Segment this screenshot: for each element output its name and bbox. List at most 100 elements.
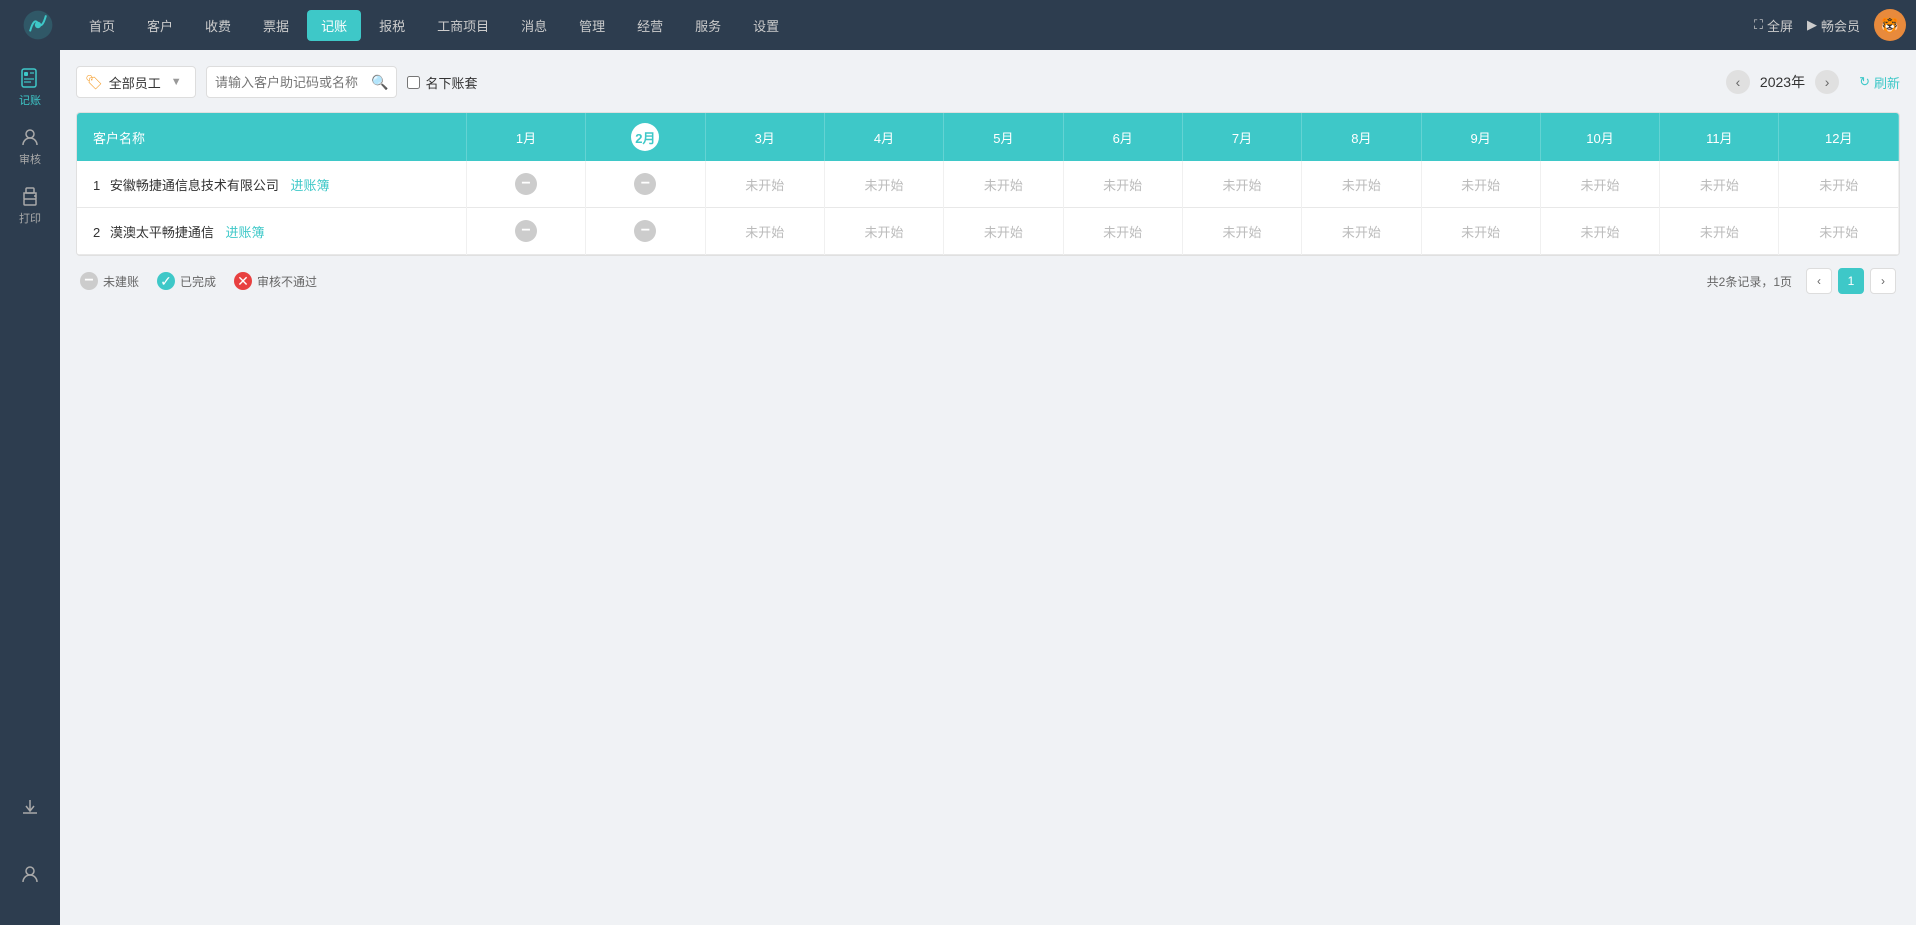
table-header-row: 客户名称 1月 2月 3月 4月 5月 6月 7月 8月 9月 10月 11月 — [77, 113, 1899, 161]
nav-service[interactable]: 服务 — [681, 10, 735, 41]
nav-home[interactable]: 首页 — [75, 10, 129, 41]
legend-dot-teal: ✓ — [157, 272, 175, 290]
employee-select[interactable]: 🏷 全部员工 ▼ — [76, 66, 196, 98]
fullscreen-label: 全屏 — [1767, 16, 1793, 35]
nav-tax[interactable]: 报税 — [365, 10, 419, 41]
toolbar: 🏷 全部员工 ▼ 🔍 名下账套 ‹ 2023年 › ↻ 刷新 — [76, 66, 1900, 98]
user-icon — [19, 863, 41, 885]
sidebar-bottom — [5, 779, 55, 905]
not-started-label: 未开始 — [865, 178, 904, 193]
bookkeeping-icon — [19, 67, 41, 89]
not-started-label: 未开始 — [1342, 225, 1381, 240]
not-started-label: 未开始 — [1342, 178, 1381, 193]
search-wrap: 🔍 — [206, 66, 397, 98]
my-accounts-checkbox-wrap[interactable]: 名下账套 — [407, 73, 477, 92]
cell-row1-month8: 未开始 — [1302, 161, 1421, 208]
cell-row1-month3: 未开始 — [705, 161, 824, 208]
legend: − 未建账 ✓ 已完成 ✕ 审核不通过 — [80, 272, 317, 290]
col-month-10: 10月 — [1540, 113, 1659, 161]
fullscreen-button[interactable]: ⛶ 全屏 — [1754, 16, 1793, 35]
cell-row1-month12: 未开始 — [1779, 161, 1899, 208]
cell-row1-month11: 未开始 — [1660, 161, 1779, 208]
nav-invoice[interactable]: 票据 — [249, 10, 303, 41]
row-number: 1 — [93, 178, 100, 193]
avatar[interactable]: 🐯 — [1874, 9, 1906, 41]
sidebar-item-bookkeeping[interactable]: 记账 — [5, 60, 55, 115]
sidebar-item-audit[interactable]: 审核 — [5, 119, 55, 174]
download-icon — [19, 796, 41, 818]
year-next-button[interactable]: › — [1815, 70, 1839, 94]
nav-message[interactable]: 消息 — [507, 10, 561, 41]
table-scroll: 客户名称 1月 2月 3月 4月 5月 6月 7月 8月 9月 10月 11月 — [77, 113, 1899, 255]
not-built-icon[interactable]: − — [515, 173, 537, 195]
cell-row2-month8: 未开始 — [1302, 208, 1421, 255]
col-month-12: 12月 — [1779, 113, 1899, 161]
nav-settings[interactable]: 设置 — [739, 10, 793, 41]
year-prev-button[interactable]: ‹ — [1726, 70, 1750, 94]
employee-icon: 🏷 — [85, 74, 103, 91]
page-1-button[interactable]: 1 — [1838, 268, 1864, 294]
month-circle-2: 2月 — [631, 123, 659, 151]
refresh-button[interactable]: ↻ 刷新 — [1859, 73, 1900, 92]
cell-row1-month7: 未开始 — [1182, 161, 1301, 208]
not-started-label: 未开始 — [745, 225, 784, 240]
not-started-label: 未开始 — [1580, 178, 1619, 193]
not-started-label: 未开始 — [745, 178, 784, 193]
sidebar-item-print[interactable]: 打印 — [5, 178, 55, 233]
vip-button[interactable]: ▶ 畅会员 — [1807, 16, 1860, 35]
search-icon[interactable]: 🔍 — [371, 74, 388, 91]
not-built-icon[interactable]: − — [634, 173, 656, 195]
nav-business[interactable]: 工商项目 — [423, 10, 503, 41]
cell-row2-month5: 未开始 — [944, 208, 1063, 255]
top-nav: 首页 客户 收费 票据 记账 报税 工商项目 消息 管理 经营 服务 设置 ⛶ … — [0, 0, 1916, 50]
col-month-3: 3月 — [705, 113, 824, 161]
year-display: 2023年 — [1760, 72, 1805, 92]
col-month-1: 1月 — [466, 113, 585, 161]
col-month-4: 4月 — [824, 113, 943, 161]
cell-row2-month12: 未开始 — [1779, 208, 1899, 255]
cell-row2-month9: 未开始 — [1421, 208, 1540, 255]
col-month-9: 9月 — [1421, 113, 1540, 161]
not-built-icon[interactable]: − — [515, 220, 537, 242]
prev-page-button[interactable]: ‹ — [1806, 268, 1832, 294]
sidebar-user[interactable] — [5, 846, 55, 901]
accounts-table: 客户名称 1月 2月 3月 4月 5月 6月 7月 8月 9月 10月 11月 — [77, 113, 1899, 255]
not-started-label: 未开始 — [1580, 225, 1619, 240]
enter-ledger-link[interactable]: 进账簿 — [291, 178, 330, 193]
not-built-icon[interactable]: − — [634, 220, 656, 242]
nav-client[interactable]: 客户 — [133, 10, 187, 41]
legend-label-not-built: 未建账 — [103, 273, 139, 290]
not-started-label: 未开始 — [1223, 225, 1262, 240]
nav-bookkeeping[interactable]: 记账 — [307, 10, 361, 41]
my-accounts-checkbox[interactable] — [407, 76, 420, 89]
nav-billing[interactable]: 收费 — [191, 10, 245, 41]
nav-manage[interactable]: 管理 — [565, 10, 619, 41]
cell-row2-month2: − — [586, 208, 705, 255]
not-started-label: 未开始 — [1819, 225, 1858, 240]
not-started-label: 未开始 — [1223, 178, 1262, 193]
not-started-label: 未开始 — [1461, 178, 1500, 193]
search-input[interactable] — [215, 75, 365, 90]
not-started-label: 未开始 — [1103, 225, 1142, 240]
client-name: 漠澳太平畅捷通信 — [110, 225, 214, 240]
table-row: 2 漠澳太平畅捷通信 进账簿 −−未开始未开始未开始未开始未开始未开始未开始未开… — [77, 208, 1899, 255]
table-row: 1 安徽畅捷通信息技术有限公司 进账簿 −−未开始未开始未开始未开始未开始未开始… — [77, 161, 1899, 208]
col-month-5: 5月 — [944, 113, 1063, 161]
nav-operations[interactable]: 经营 — [623, 10, 677, 41]
sidebar-label-print: 打印 — [19, 210, 41, 226]
table-footer: − 未建账 ✓ 已完成 ✕ 审核不通过 共2条记录，1页 ‹ 1 › — [76, 256, 1900, 298]
app-logo — [10, 9, 65, 41]
enter-ledger-link[interactable]: 进账簿 — [226, 225, 265, 240]
next-page-button[interactable]: › — [1870, 268, 1896, 294]
sidebar-download[interactable] — [5, 779, 55, 834]
my-accounts-label: 名下账套 — [425, 73, 477, 92]
not-started-label: 未开始 — [984, 178, 1023, 193]
vip-label: 畅会员 — [1821, 16, 1860, 35]
cell-row2-month1: − — [466, 208, 585, 255]
legend-rejected: ✕ 审核不通过 — [234, 272, 317, 290]
cell-row2-month11: 未开始 — [1660, 208, 1779, 255]
cell-row2-month10: 未开始 — [1540, 208, 1659, 255]
audit-icon — [19, 126, 41, 148]
not-started-label: 未开始 — [865, 225, 904, 240]
col-client-name: 客户名称 — [77, 113, 466, 161]
